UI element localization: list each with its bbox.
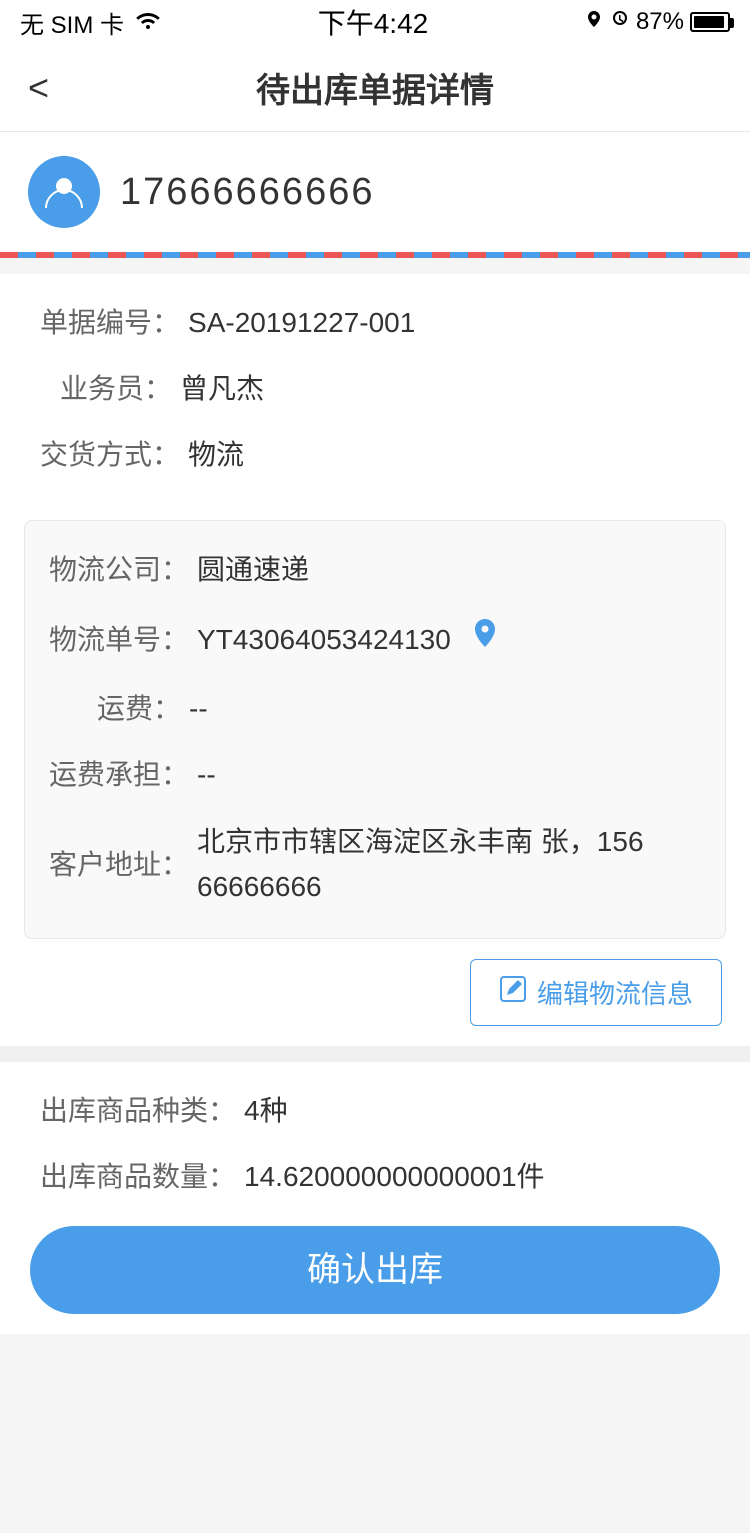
order-number-label: 单据编号： xyxy=(40,302,188,344)
order-number-row: 单据编号： SA-20191227-001 xyxy=(40,302,710,344)
wifi-icon xyxy=(134,8,162,36)
goods-types-label: 出库商品种类： xyxy=(40,1090,244,1132)
alarm-icon xyxy=(610,8,630,36)
logistics-company-row: 物流公司： 圆通速递 xyxy=(49,549,701,591)
goods-section: 出库商品种类： 4种 出库商品数量： 14.620000000000001件 xyxy=(0,1062,750,1226)
logistics-company-value: 圆通速递 xyxy=(197,549,701,591)
logistics-tracking-value: YT43064053424130 xyxy=(197,619,451,661)
confirm-btn-wrap: 确认出库 xyxy=(0,1210,750,1334)
status-right: 87% xyxy=(584,8,730,36)
order-number-value: SA-20191227-001 xyxy=(188,302,710,344)
location-icon[interactable] xyxy=(467,615,503,664)
goods-quantity-value: 14.620000000000001件 xyxy=(244,1156,710,1198)
freight-label: 运费： xyxy=(49,688,189,730)
status-left: 无 SIM 卡 xyxy=(20,5,162,40)
dashed-divider xyxy=(0,252,750,258)
battery-icon xyxy=(690,12,730,32)
logistics-tracking-value-wrap: YT43064053424130 xyxy=(197,615,503,664)
avatar xyxy=(28,156,100,228)
freight-bearer-label: 运费承担： xyxy=(49,754,197,796)
edit-btn-wrap: 编辑物流信息 xyxy=(0,939,750,1046)
logistics-company-label: 物流公司： xyxy=(49,549,197,591)
freight-value: -- xyxy=(189,688,701,730)
freight-bearer-value: -- xyxy=(197,754,701,796)
edit-logistics-button[interactable]: 编辑物流信息 xyxy=(470,959,722,1026)
goods-types-value: 4种 xyxy=(244,1090,710,1132)
delivery-method-label: 交货方式： xyxy=(40,434,188,476)
delivery-method-row: 交货方式： 物流 xyxy=(40,434,710,476)
freight-row: 运费： -- xyxy=(49,688,701,730)
status-time: 下午4:42 xyxy=(318,2,429,42)
person-icon xyxy=(42,170,86,214)
status-bar: 无 SIM 卡 下午4:42 87% xyxy=(0,0,750,44)
sales-person-row: 业务员： 曾凡杰 xyxy=(40,368,710,410)
freight-bearer-row: 运费承担： -- xyxy=(49,754,701,796)
edit-logistics-label: 编辑物流信息 xyxy=(537,974,693,1011)
delivery-method-value: 物流 xyxy=(188,434,710,476)
address-row: 客户地址： 北京市市辖区海淀区永丰南 张，156 66666666 xyxy=(49,820,701,910)
page-title: 待出库单据详情 xyxy=(256,63,494,112)
confirm-button[interactable]: 确认出库 xyxy=(30,1226,720,1314)
order-info-section: 单据编号： SA-20191227-001 业务员： 曾凡杰 交货方式： 物流 xyxy=(0,274,750,504)
location-status-icon xyxy=(584,8,604,36)
goods-types-row: 出库商品种类： 4种 xyxy=(40,1090,710,1132)
back-button[interactable]: < xyxy=(28,67,49,109)
logistics-card: 物流公司： 圆通速递 物流单号： YT43064053424130 运费： --… xyxy=(24,520,726,939)
section-separator xyxy=(0,1046,750,1062)
logistics-tracking-row: 物流单号： YT43064053424130 xyxy=(49,615,701,664)
nav-bar: < 待出库单据详情 xyxy=(0,44,750,132)
user-header: 17666666666 xyxy=(0,132,750,252)
bottom-spacer xyxy=(0,1333,750,1533)
sales-person-label: 业务员： xyxy=(40,368,180,410)
address-value: 北京市市辖区海淀区永丰南 张，156 66666666 xyxy=(197,820,701,910)
carrier-text: 无 SIM 卡 xyxy=(20,5,124,40)
goods-quantity-row: 出库商品数量： 14.620000000000001件 xyxy=(40,1156,710,1198)
edit-icon xyxy=(499,975,527,1010)
sales-person-value: 曾凡杰 xyxy=(180,368,710,410)
address-label: 客户地址： xyxy=(49,844,197,886)
user-phone: 17666666666 xyxy=(120,171,374,214)
goods-quantity-label: 出库商品数量： xyxy=(40,1156,244,1198)
battery-percent: 87% xyxy=(636,8,684,36)
logistics-tracking-label: 物流单号： xyxy=(49,619,197,661)
